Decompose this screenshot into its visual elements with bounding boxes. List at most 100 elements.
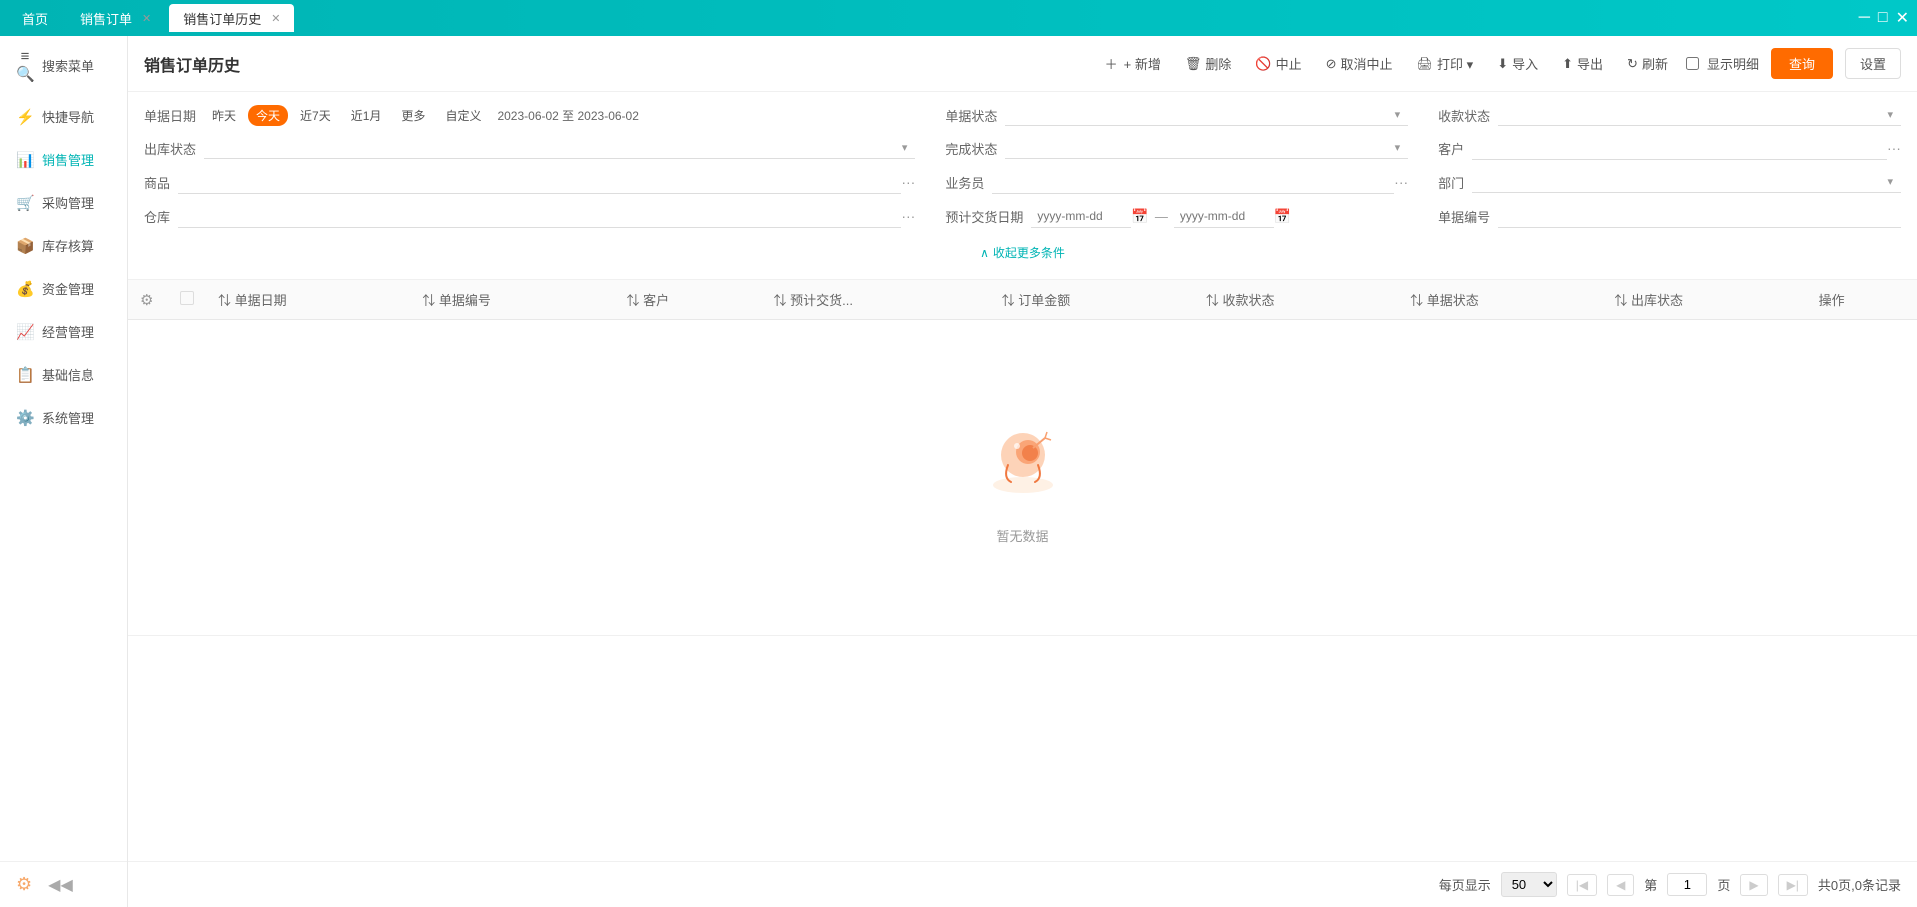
sidebar-item-sales-mgmt[interactable]: 📊 销售管理 [0,138,127,181]
empty-state: 暂无数据 [140,330,1905,625]
sidebar-item-inventory[interactable]: 📦 库存核算 [0,224,127,267]
new-button[interactable]: ＋ + 新增 [1099,50,1167,77]
filter-row-2: 出库状态 ▾ 完成状态 ▾ 客户 ··· [144,136,1901,160]
delivery-date-to-input[interactable] [1174,205,1274,228]
filter-salesperson: 业务员 ··· [945,170,1408,194]
print-icon: 🖨 [1417,56,1434,72]
sidebar-item-basic-info[interactable]: 📋 基础信息 [0,353,127,396]
sidebar-settings-icon[interactable]: ⚙ [16,874,32,895]
display-detail-checkbox[interactable] [1686,57,1699,70]
salesperson-more-icon[interactable]: ··· [1394,174,1408,190]
sidebar-item-search-menu[interactable]: ≡🔍 搜索菜单 [0,36,127,95]
col-customer[interactable]: ⇅ 客户 [615,280,762,320]
maximize-button[interactable]: □ [1878,9,1888,27]
table-header-row: ⚙ ⇅ 单据日期 ⇅ 单据编号 [128,280,1917,320]
total-records: 共0页,0条记录 [1818,875,1901,894]
30days-btn[interactable]: 近1月 [343,105,390,126]
table-body: 暂无数据 [128,320,1917,636]
col-order-status[interactable]: ⇅ 单据状态 [1398,280,1602,320]
order-status-select[interactable]: ▾ [1005,104,1408,126]
delivery-date-from-input[interactable] [1031,205,1131,228]
goods-more-icon[interactable]: ··· [901,174,915,190]
sidebar-item-operations[interactable]: 📈 经营管理 [0,310,127,353]
sidebar-item-system-mgmt[interactable]: ⚙️ 系统管理 [0,396,127,439]
filter-customer: 客户 ··· [1438,136,1901,160]
stop-icon: 🚫 [1255,56,1271,72]
delete-button[interactable]: 🗑 删除 [1179,50,1238,77]
payment-status-label: 收款状态 [1438,106,1490,125]
page-jump-label: 第 [1644,875,1657,894]
col-number[interactable]: ⇅ 单据编号 [410,280,614,320]
table-footer: 每页显示 50 10 20 100 |◀ ◀ 第 页 ▶ ▶| 共0页,0条记录 [128,861,1917,907]
close-tab-sales-order[interactable]: ✕ [142,12,151,25]
refresh-button[interactable]: ↻ 刷新 [1621,50,1674,77]
toolbar: ＋ + 新增 🗑 删除 🚫 中止 ⊘ 取消中止 🖨 打印 ▾ [1099,48,1901,79]
close-button[interactable]: ✕ [1896,8,1909,28]
sidebar-item-quick-nav[interactable]: ⚡ 快捷导航 [0,95,127,138]
close-tab-sales-order-history[interactable]: ✕ [271,12,280,25]
delivery-date-to-icon[interactable]: 📅 [1274,208,1291,225]
select-all-checkbox[interactable] [180,291,194,305]
customer-more-icon[interactable]: ··· [1887,140,1901,156]
cancel-stop-button[interactable]: ⊘ 取消中止 [1320,50,1399,77]
main-layout: ≡🔍 搜索菜单 ⚡ 快捷导航 📊 销售管理 🛒 采购管理 📦 库存核算 💰 资金… [0,36,1917,907]
payment-status-select[interactable]: ▾ [1498,104,1901,126]
filter-order-status: 单据状态 ▾ [945,104,1408,126]
operations-icon: 📈 [16,323,34,341]
next-page-button[interactable]: ▶ [1740,874,1767,896]
finance-icon: 💰 [16,280,34,298]
page-size-select[interactable]: 50 10 20 100 [1501,872,1557,897]
stop-button[interactable]: 🚫 中止 [1249,50,1307,77]
salesperson-input[interactable] [992,170,1394,194]
tab-sales-order-history[interactable]: 销售订单历史 ✕ [169,4,294,32]
yesterday-btn[interactable]: 昨天 [204,105,244,126]
delete-icon: 🗑 [1185,56,1202,72]
department-select[interactable]: ▾ [1472,171,1901,193]
date-range-display: 2023-06-02 至 2023-06-02 [497,107,638,124]
col-payment-status[interactable]: ⇅ 收款状态 [1194,280,1398,320]
col-action: 操作 [1807,280,1917,320]
tab-home[interactable]: 首页 [8,4,62,32]
filter-department: 部门 ▾ [1438,171,1901,193]
col-amount[interactable]: ⇅ 订单金额 [990,280,1194,320]
last-page-button[interactable]: ▶| [1778,874,1808,896]
col-delivery-status[interactable]: ⇅ 出库状态 [1602,280,1806,320]
customer-input[interactable] [1472,136,1887,160]
sidebar-item-finance[interactable]: 💰 资金管理 [0,267,127,310]
sidebar: ≡🔍 搜索菜单 ⚡ 快捷导航 📊 销售管理 🛒 采购管理 📦 库存核算 💰 资金… [0,36,128,907]
table-container: ⚙ ⇅ 单据日期 ⇅ 单据编号 [128,280,1917,861]
custom-date-btn[interactable]: 自定义 [437,105,489,126]
order-status-label: 单据状态 [945,106,997,125]
today-btn[interactable]: 今天 [248,105,288,126]
goods-input[interactable] [178,170,901,194]
settings-button[interactable]: 设置 [1845,48,1901,79]
sidebar-item-purchase-mgmt[interactable]: 🛒 采购管理 [0,181,127,224]
column-settings-icon[interactable]: ⚙ [140,292,153,309]
prev-page-button[interactable]: ◀ [1607,874,1634,896]
filter-complete-status: 完成状态 ▾ [945,137,1408,159]
delivery-date-from-icon[interactable]: 📅 [1131,208,1148,225]
display-detail-toggle[interactable]: 显示明细 [1686,54,1759,73]
tab-sales-order[interactable]: 销售订单 ✕ [66,4,165,32]
col-delivery-date[interactable]: ⇅ 预计交货... [761,280,989,320]
page-size-label: 每页显示 [1439,875,1491,894]
complete-status-select[interactable]: ▾ [1005,137,1408,159]
more-date-btn[interactable]: 更多 [393,105,433,126]
delivery-status-select[interactable]: ▾ [204,137,915,159]
col-date[interactable]: ⇅ 单据日期 [206,280,410,320]
7days-btn[interactable]: 近7天 [292,105,339,126]
print-button[interactable]: 🖨 打印 ▾ [1411,50,1480,77]
warehouse-more-icon[interactable]: ··· [901,208,915,224]
export-button[interactable]: ⬆ 导出 [1556,50,1609,77]
query-button[interactable]: 查询 [1771,48,1833,79]
warehouse-input[interactable] [178,204,901,228]
first-page-button[interactable]: |◀ [1567,874,1597,896]
new-icon: ＋ [1105,54,1118,73]
order-number-input[interactable] [1498,204,1901,228]
minimize-button[interactable]: ─ [1859,9,1870,27]
filter-row-4: 仓库 ··· 预计交货日期 📅 — 📅 单据编号 [144,204,1901,228]
page-input[interactable] [1667,873,1707,896]
sidebar-collapse-icon[interactable]: ◀◀ [48,875,73,895]
collapse-conditions[interactable]: ∧ 收起更多条件 [144,238,1901,267]
import-button[interactable]: ⬇ 导入 [1491,50,1544,77]
